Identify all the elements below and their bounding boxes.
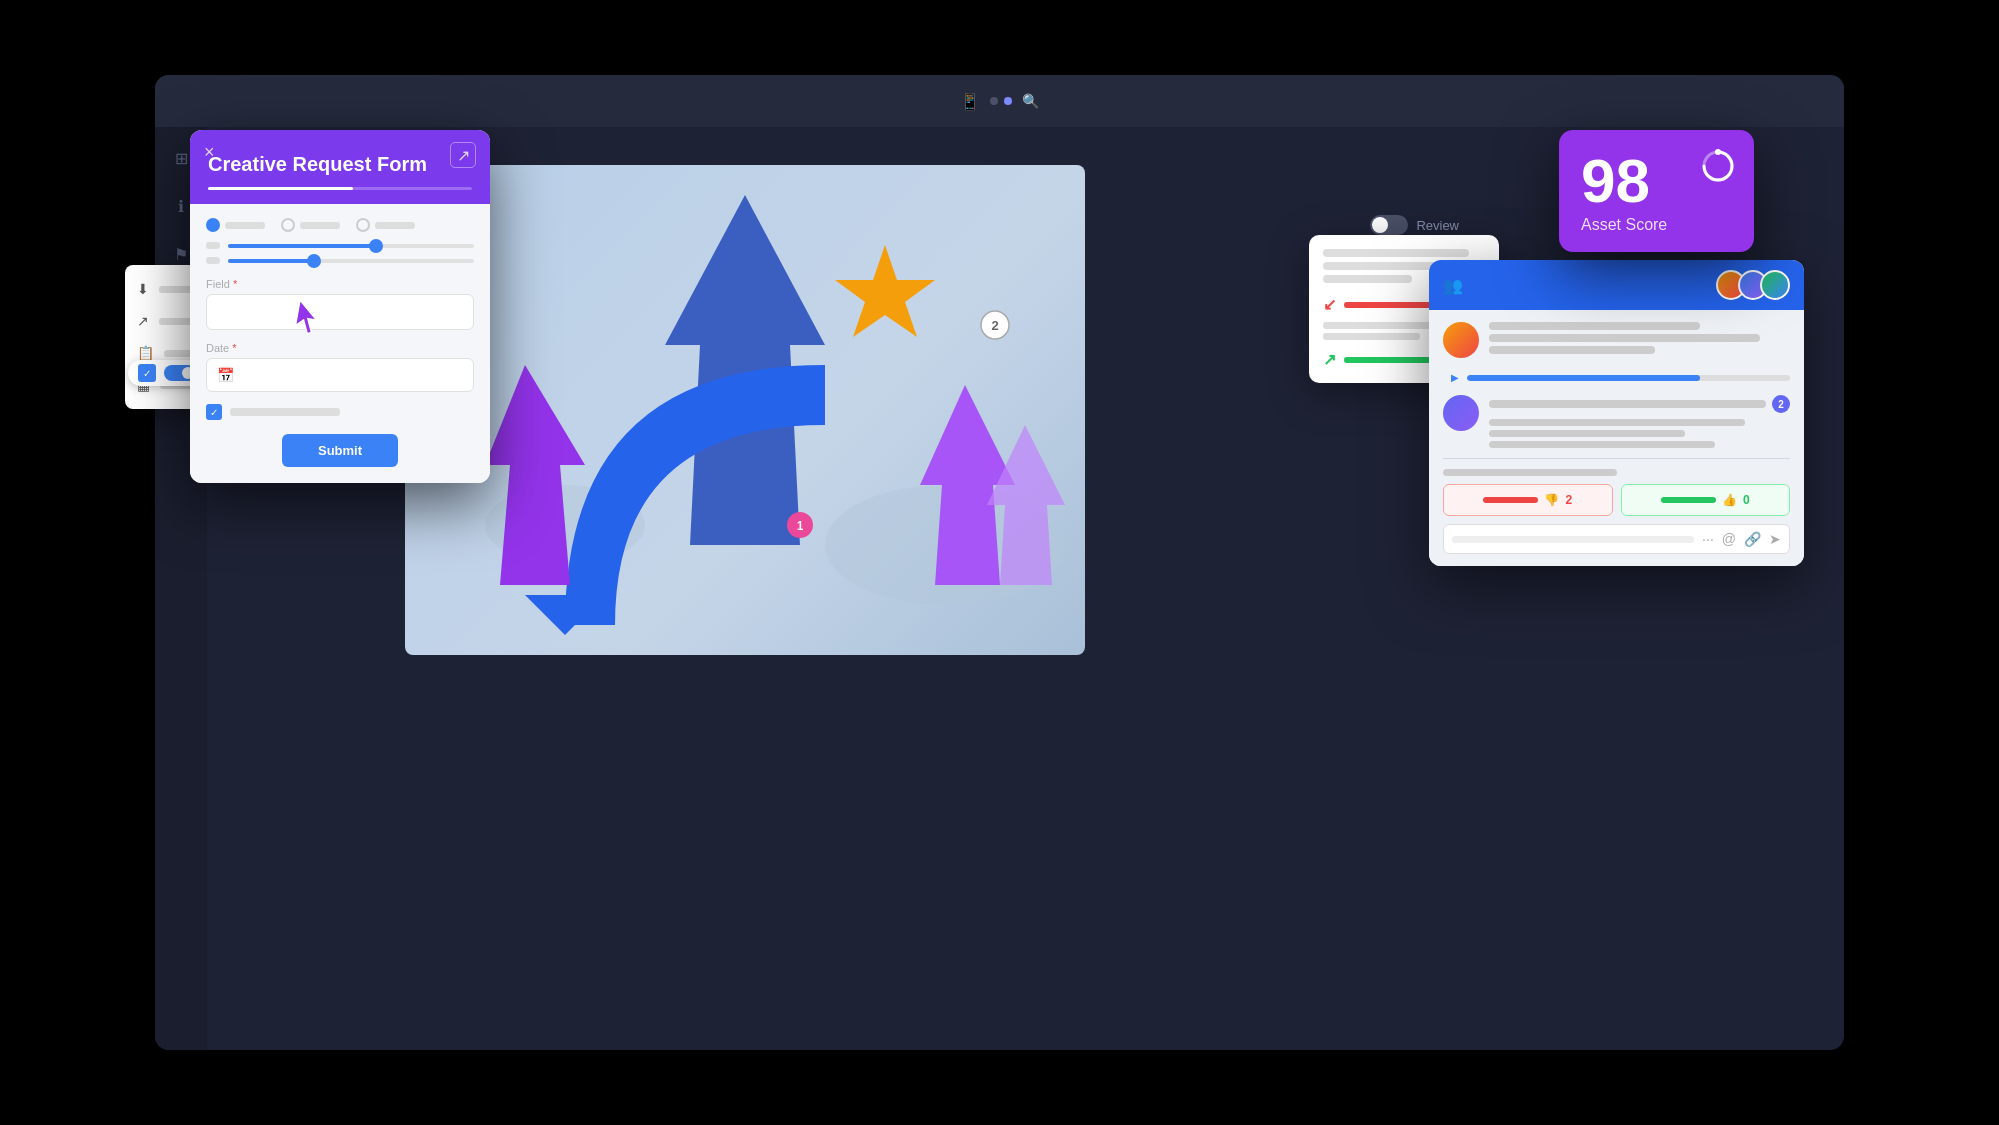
arrow-illustration: 2 1 xyxy=(405,165,1085,655)
slider-thumb-1[interactable] xyxy=(369,239,383,253)
progress-row: ▶ xyxy=(1443,372,1790,383)
slider-thumb-2[interactable] xyxy=(307,254,321,268)
form-header: × ↗ Creative Request Form xyxy=(190,130,490,204)
cursor xyxy=(295,300,325,340)
review-panel-header: 👥 xyxy=(1429,260,1804,310)
slider-track-1[interactable] xyxy=(228,244,474,248)
review-panel: 👥 ▶ xyxy=(1429,260,1804,566)
radio-option-2[interactable] xyxy=(281,218,340,232)
thumb-up-icon: 👍 xyxy=(1722,493,1737,507)
review-action-buttons: 👎 2 👍 0 xyxy=(1443,484,1790,516)
sub-label-lines xyxy=(1443,469,1790,476)
svg-text:2: 2 xyxy=(991,318,998,333)
form-progress-bar xyxy=(208,187,472,190)
toolbar-search-icon: 🔍 xyxy=(1022,93,1039,109)
users-icon: 👥 xyxy=(1443,276,1463,295)
creative-form-panel: × ↗ Creative Request Form xyxy=(190,130,490,483)
field-label-1: Field * xyxy=(206,278,474,290)
date-picker-row[interactable]: 📅 xyxy=(206,358,474,392)
separator xyxy=(1443,458,1790,459)
avatar-3 xyxy=(1760,270,1790,300)
radio-option-1[interactable] xyxy=(206,218,265,232)
slider-label-line-2 xyxy=(206,257,220,264)
approve-button[interactable]: 👍 0 xyxy=(1621,484,1791,516)
reject-count: 2 xyxy=(1565,493,1572,507)
center-artwork: 2 1 xyxy=(405,165,1085,655)
comment-content-1 xyxy=(1489,322,1790,360)
svg-text:1: 1 xyxy=(797,519,804,533)
avatar-row xyxy=(1716,270,1790,300)
slider-label-line xyxy=(206,242,220,249)
form-title: Creative Request Form xyxy=(208,152,472,177)
comment-content-2: 2 xyxy=(1489,395,1790,448)
svg-marker-13 xyxy=(294,300,319,335)
form-progress-fill xyxy=(208,187,353,190)
checkbox-row: ✓ xyxy=(206,404,474,420)
svg-marker-7 xyxy=(835,245,935,337)
form-close-btn[interactable]: × xyxy=(204,142,215,163)
slider-row-2 xyxy=(206,257,474,264)
review-label: Review xyxy=(1416,218,1459,233)
checkbox-label-line xyxy=(230,408,340,416)
dot-2 xyxy=(1004,97,1012,105)
reject-button[interactable]: 👎 2 xyxy=(1443,484,1613,516)
text-input-1[interactable] xyxy=(206,294,474,330)
comment-icons-row: ··· @ 🔗 ➤ xyxy=(1702,531,1781,547)
badge-2: 2 xyxy=(1772,395,1790,413)
send-icon[interactable]: ➤ xyxy=(1769,531,1781,547)
toolbar-dots xyxy=(990,97,1012,105)
comment-avatar-2 xyxy=(1443,395,1479,431)
comment-avatar-1 xyxy=(1443,322,1479,358)
comment-placeholder xyxy=(1452,536,1694,543)
share-icon: ↗ xyxy=(137,313,149,329)
calendar-icon: 📅 xyxy=(217,367,234,383)
radio-group xyxy=(206,218,474,232)
comment-row-2: 2 xyxy=(1443,395,1790,448)
slider-track-2[interactable] xyxy=(228,259,474,263)
svg-point-15 xyxy=(1715,149,1721,155)
toolbar-icon-phone: 📱 xyxy=(960,92,980,111)
top-toolbar: 📱 🔍 xyxy=(155,75,1844,127)
approve-count: 0 xyxy=(1743,493,1750,507)
doc-icon: 📋 xyxy=(137,345,154,361)
ellipsis-icon[interactable]: ··· xyxy=(1702,531,1714,547)
form-share-btn[interactable]: ↗ xyxy=(450,142,476,168)
link-icon[interactable]: 🔗 xyxy=(1744,531,1761,547)
thumb-down-icon: 👎 xyxy=(1544,493,1559,507)
radio-option-3[interactable] xyxy=(356,218,415,232)
progress-bar-track xyxy=(1467,375,1790,381)
checkbox-input[interactable]: ✓ xyxy=(206,404,222,420)
download-icon: ⬇ xyxy=(137,281,149,297)
comment-row-1 xyxy=(1443,322,1790,360)
review-toggle-switch[interactable] xyxy=(1370,215,1408,235)
at-icon[interactable]: @ xyxy=(1722,531,1736,547)
score-gauge-icon xyxy=(1700,148,1736,184)
dot-1 xyxy=(990,97,998,105)
checkbox-check[interactable]: ✓ xyxy=(138,364,156,382)
red-arrow-icon: ↙ xyxy=(1323,295,1336,314)
score-label: Asset Score xyxy=(1581,216,1732,234)
review-panel-body: ▶ 2 xyxy=(1429,310,1804,566)
slider-row-1 xyxy=(206,242,474,249)
review-toggle-area: Review xyxy=(1370,215,1459,235)
submit-button[interactable]: Submit xyxy=(282,434,398,467)
comment-input-area: ··· @ 🔗 ➤ xyxy=(1443,524,1790,554)
field-label-date: Date * xyxy=(206,342,474,354)
asset-score-panel: 98 Asset Score xyxy=(1559,130,1754,252)
form-body: Field * Date * 📅 ✓ Submit xyxy=(190,204,490,483)
green-arrow-icon: ↗ xyxy=(1323,350,1336,369)
